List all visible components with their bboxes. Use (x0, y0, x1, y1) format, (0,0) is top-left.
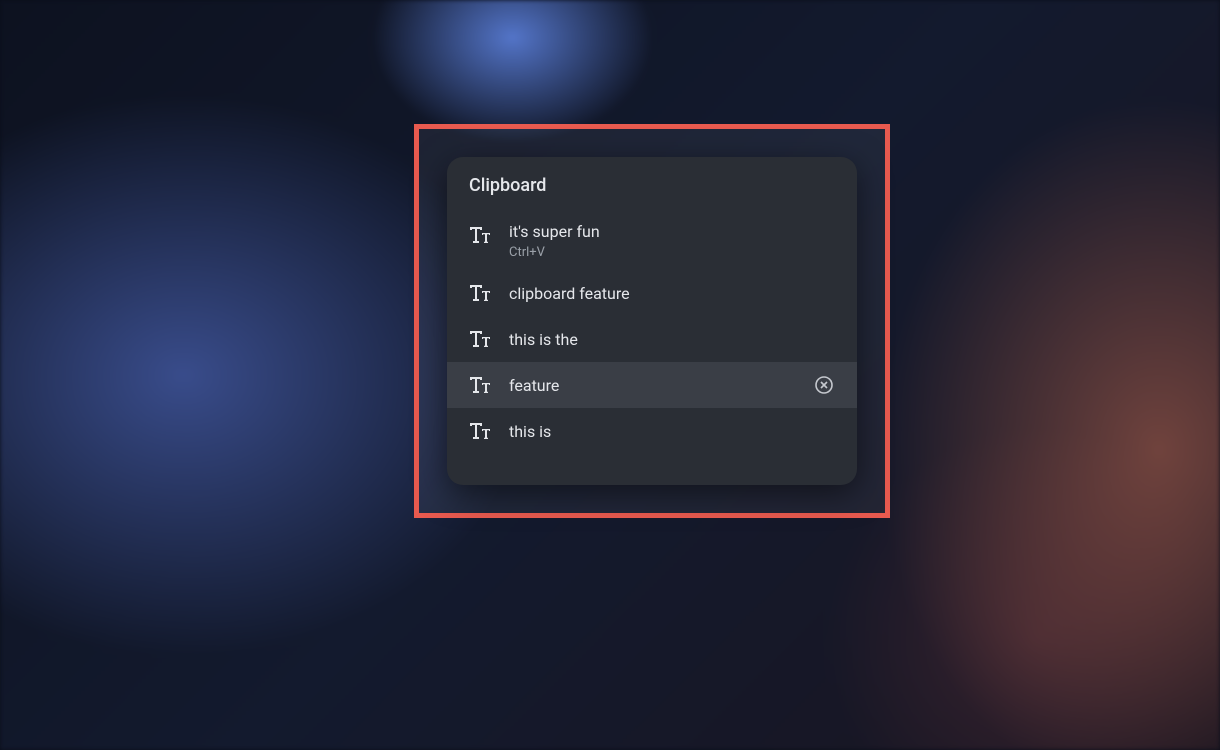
clipboard-item[interactable]: feature (447, 362, 857, 408)
annotation-highlight-box: Clipboard it's super fun Ctrl+V (414, 124, 890, 518)
clipboard-item[interactable]: this is the (447, 316, 857, 362)
text-icon (469, 420, 491, 442)
text-icon (469, 282, 491, 304)
text-icon (469, 374, 491, 396)
text-icon (469, 224, 491, 246)
text-icon (469, 328, 491, 350)
clipboard-items-list: it's super fun Ctrl+V clipboard feature (447, 210, 857, 485)
clipboard-item[interactable]: this is (447, 408, 857, 454)
clipboard-item-content: this is (509, 422, 835, 441)
clipboard-item[interactable]: clipboard feature (447, 270, 857, 316)
clipboard-item-text: feature (509, 376, 813, 395)
clipboard-item-shortcut: Ctrl+V (509, 245, 835, 260)
delete-item-button[interactable] (813, 374, 835, 396)
clipboard-item-text: clipboard feature (509, 284, 835, 303)
clipboard-item-content: feature (509, 376, 813, 395)
clipboard-item[interactable]: it's super fun Ctrl+V (447, 210, 857, 270)
clipboard-panel: Clipboard it's super fun Ctrl+V (447, 157, 857, 485)
clipboard-item-content: it's super fun Ctrl+V (509, 222, 835, 260)
clipboard-item-text: it's super fun (509, 222, 835, 241)
panel-title: Clipboard (447, 157, 857, 210)
clipboard-item-text: this is (509, 422, 835, 441)
clipboard-item-content: clipboard feature (509, 284, 835, 303)
clipboard-item-content: this is the (509, 330, 835, 349)
clipboard-item-text: this is the (509, 330, 835, 349)
